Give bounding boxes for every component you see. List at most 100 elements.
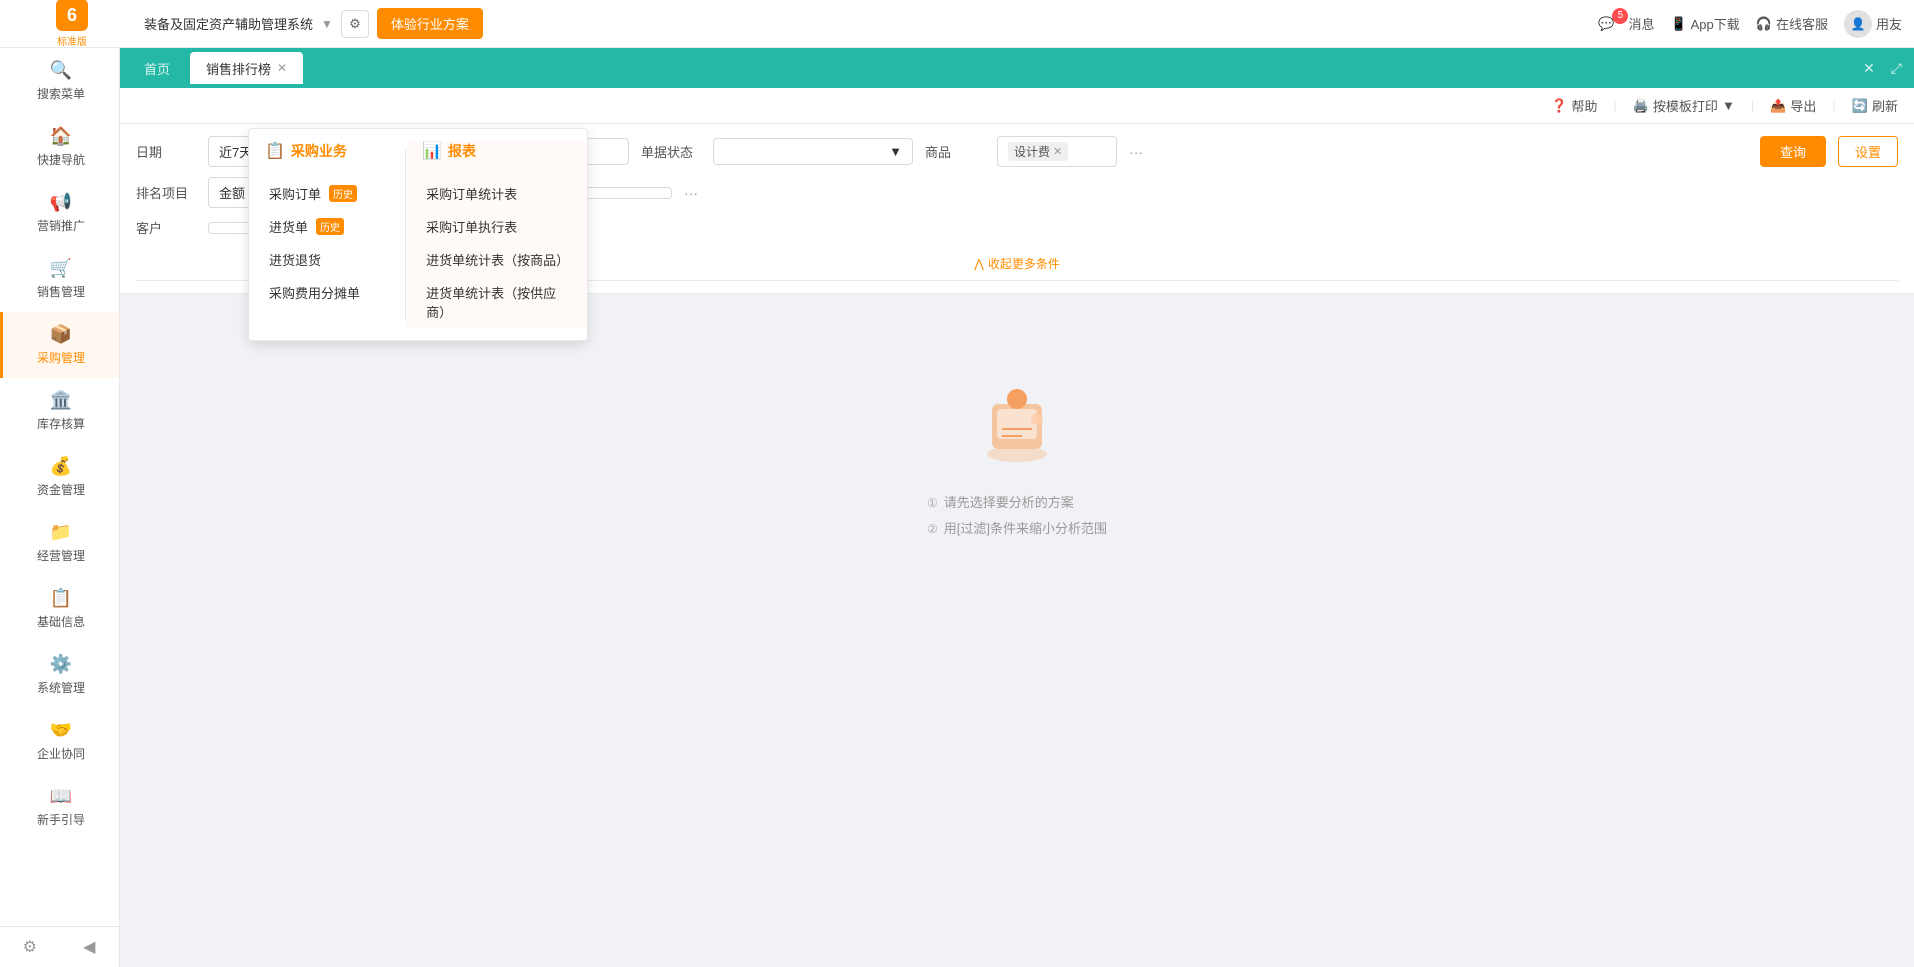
tab-close-icon[interactable]: ✕ (277, 61, 287, 75)
dropdown-purchase-order-exec[interactable]: 采购订单执行表 (422, 210, 571, 243)
rank-value: 金额 (219, 183, 245, 202)
dropdown-goods-receipt[interactable]: 进货单 历史 (265, 210, 389, 243)
app-download-label: App下载 (1691, 14, 1740, 33)
sidebar-item-marketing[interactable]: 📢 营销推广 (0, 180, 119, 246)
hint2-text: 用[过滤]条件来缩小分析范围 (944, 516, 1107, 542)
rank-label: 排名项目 (136, 183, 196, 202)
sidebar-item-quicknav[interactable]: 🏠 快捷导航 (0, 114, 119, 180)
sidebar-item-label: 资金管理 (37, 481, 85, 498)
top-header: 6 标准版 装备及固定资产辅助管理系统 ▼ ⚙ 体验行业方案 💬 5 消息 📱 … (0, 0, 1914, 48)
dropdown-report-col: 📊 报表 采购订单统计表 采购订单执行表 进货单统计表（按商品） (406, 141, 587, 328)
headset-icon: 🎧 (1756, 16, 1772, 32)
online-service-label: 在线客服 (1776, 14, 1828, 33)
sidebar-collapse-btn[interactable]: ◀ (60, 927, 120, 967)
hint1-num: ① (927, 491, 938, 515)
sidebar-item-basicinfo[interactable]: 📋 基础信息 (0, 576, 119, 642)
sidebar-item-search[interactable]: 🔍 搜索菜单 (0, 48, 119, 114)
goods-stat-by-goods-label: 进货单统计表（按商品） (426, 250, 567, 269)
filter-actions: 查询 设置 (1760, 136, 1898, 167)
doc-status-select[interactable]: ▼ (713, 138, 913, 165)
toolbar: ❓ 帮助 | 🖨️ 按模板打印 ▼ | 📤 导出 | 🔄 刷新 (120, 88, 1914, 124)
user-action[interactable]: 👤 用友 (1844, 10, 1902, 38)
dropdown-content: 📋 采购业务 采购订单 历史 进货单 历史 进货退货 (249, 141, 587, 328)
header-right: 💬 5 消息 📱 App下载 🎧 在线客服 👤 用友 (1598, 10, 1902, 38)
sidebar-item-inventory[interactable]: 🏛️ 库存核算 (0, 378, 119, 444)
goods-tag-close[interactable]: ✕ (1053, 145, 1062, 158)
hint2-num: ② (927, 517, 938, 541)
goods-tag-label: 设计费 (1014, 143, 1050, 160)
tab-expand-icon[interactable]: ⤢ (1887, 56, 1906, 81)
settings-button[interactable]: 设置 (1838, 136, 1898, 167)
goods-tag: 设计费 ✕ (1008, 142, 1068, 161)
dropdown-goods-stat-by-goods[interactable]: 进货单统计表（按商品） (422, 243, 571, 276)
sidebar-item-label: 营销推广 (37, 217, 85, 234)
goods-more-dots[interactable]: ··· (1129, 144, 1143, 160)
online-service-action[interactable]: 🎧 在线客服 (1756, 14, 1828, 33)
messages-label: 消息 (1628, 14, 1654, 33)
dropdown-purchase-order[interactable]: 采购订单 历史 (265, 177, 389, 210)
purchase-title-icon: 📋 (265, 141, 285, 161)
collapse-label: 收起更多条件 (988, 255, 1060, 272)
sidebar-item-collab[interactable]: 🤝 企业协同 (0, 708, 119, 774)
sidebar-item-label: 系统管理 (37, 679, 85, 696)
sidebar-item-label: 企业协同 (37, 745, 85, 762)
export-action[interactable]: 📤 导出 (1770, 96, 1816, 115)
sidebar-item-label: 采购管理 (37, 349, 85, 366)
print-action[interactable]: 🖨️ 按模板打印 ▼ (1633, 96, 1735, 115)
system-icon: ⚙️ (50, 654, 72, 675)
print-label: 按模板打印 (1653, 96, 1718, 115)
dropdown-goods-stat-by-supplier[interactable]: 进货单统计表（按供应商） (422, 276, 571, 328)
gear-button[interactable]: ⚙ (341, 10, 369, 38)
dropdown-purchase-order-stat[interactable]: 采购订单统计表 (422, 177, 571, 210)
help-label: 帮助 (1571, 96, 1597, 115)
purchase-order-exec-label: 采购订单执行表 (426, 217, 517, 236)
tab-home[interactable]: 首页 (128, 52, 186, 84)
sidebar: 🔍 搜索菜单 🏠 快捷导航 📢 营销推广 🛒 销售管理 📦 采购管理 🏛️ 库存… (0, 48, 120, 967)
finance-icon: 💰 (50, 456, 72, 477)
goods-receipt-label: 进货单 (269, 217, 308, 236)
logo-area: 6 标准版 (12, 0, 132, 48)
messages-action[interactable]: 💬 5 消息 (1598, 14, 1654, 33)
sidebar-item-purchase[interactable]: 📦 采购管理 (0, 312, 119, 378)
dropdown-goods-return[interactable]: 进货退货 (265, 243, 389, 276)
sidebar-item-operations[interactable]: 📁 经营管理 (0, 510, 119, 576)
sidebar-settings-btn[interactable]: ⚙ (0, 927, 60, 967)
collab-icon: 🤝 (50, 720, 72, 741)
refresh-action[interactable]: 🔄 刷新 (1852, 96, 1898, 115)
sidebar-item-label: 库存核算 (37, 415, 85, 432)
system-dropdown-icon[interactable]: ▼ (321, 17, 333, 31)
help-action[interactable]: ❓ 帮助 (1551, 96, 1597, 115)
goods-stat-by-supplier-label: 进货单统计表（按供应商） (426, 283, 567, 321)
purchase-order-stat-label: 采购订单统计表 (426, 184, 517, 203)
tab-sales-ranking[interactable]: 销售排行榜 ✕ (190, 52, 303, 84)
marketing-icon: 📢 (50, 192, 72, 213)
print-dropdown-icon[interactable]: ▼ (1722, 98, 1735, 113)
sidebar-item-system[interactable]: ⚙️ 系统管理 (0, 642, 119, 708)
goods-input[interactable]: 设计费 ✕ (997, 136, 1117, 167)
collapse-up-icon: ⋀ (974, 257, 984, 271)
guide-icon: 📖 (50, 786, 72, 807)
help-icon: ❓ (1551, 98, 1567, 114)
refresh-label: 刷新 (1872, 96, 1898, 115)
sidebar-item-label: 基础信息 (37, 613, 85, 630)
logo-subtitle: 标准版 (57, 33, 87, 48)
query-button[interactable]: 查询 (1760, 136, 1826, 167)
toolbar-divider1: | (1613, 98, 1616, 113)
tab-close-all-icon[interactable]: ✕ (1859, 56, 1879, 81)
system-title: 装备及固定资产辅助管理系统 (144, 14, 313, 33)
salesperson-more-dots[interactable]: ··· (684, 185, 698, 201)
goods-receipt-history: 历史 (316, 218, 344, 235)
main-layout: 🔍 搜索菜单 🏠 快捷导航 📢 营销推广 🛒 销售管理 📦 采购管理 🏛️ 库存… (0, 48, 1914, 967)
sidebar-item-label: 搜索菜单 (37, 85, 85, 102)
industry-button[interactable]: 体验行业方案 (377, 8, 483, 39)
dropdown-purchase-expense[interactable]: 采购费用分摊单 (265, 276, 389, 309)
sidebar-item-finance[interactable]: 💰 资金管理 (0, 444, 119, 510)
purchase-order-history: 历史 (329, 185, 357, 202)
report-title-icon: 📊 (422, 141, 442, 161)
sidebar-item-guide[interactable]: 📖 新手引导 (0, 774, 119, 840)
empty-hints: ① 请先选择要分析的方案 ② 用[过滤]条件来缩小分析范围 (927, 490, 1107, 542)
dropdown-menu: 📋 采购业务 采购订单 历史 进货单 历史 进货退货 (248, 128, 588, 341)
operations-icon: 📁 (50, 522, 72, 543)
sidebar-item-sales[interactable]: 🛒 销售管理 (0, 246, 119, 312)
app-download-action[interactable]: 📱 App下载 (1670, 14, 1739, 33)
